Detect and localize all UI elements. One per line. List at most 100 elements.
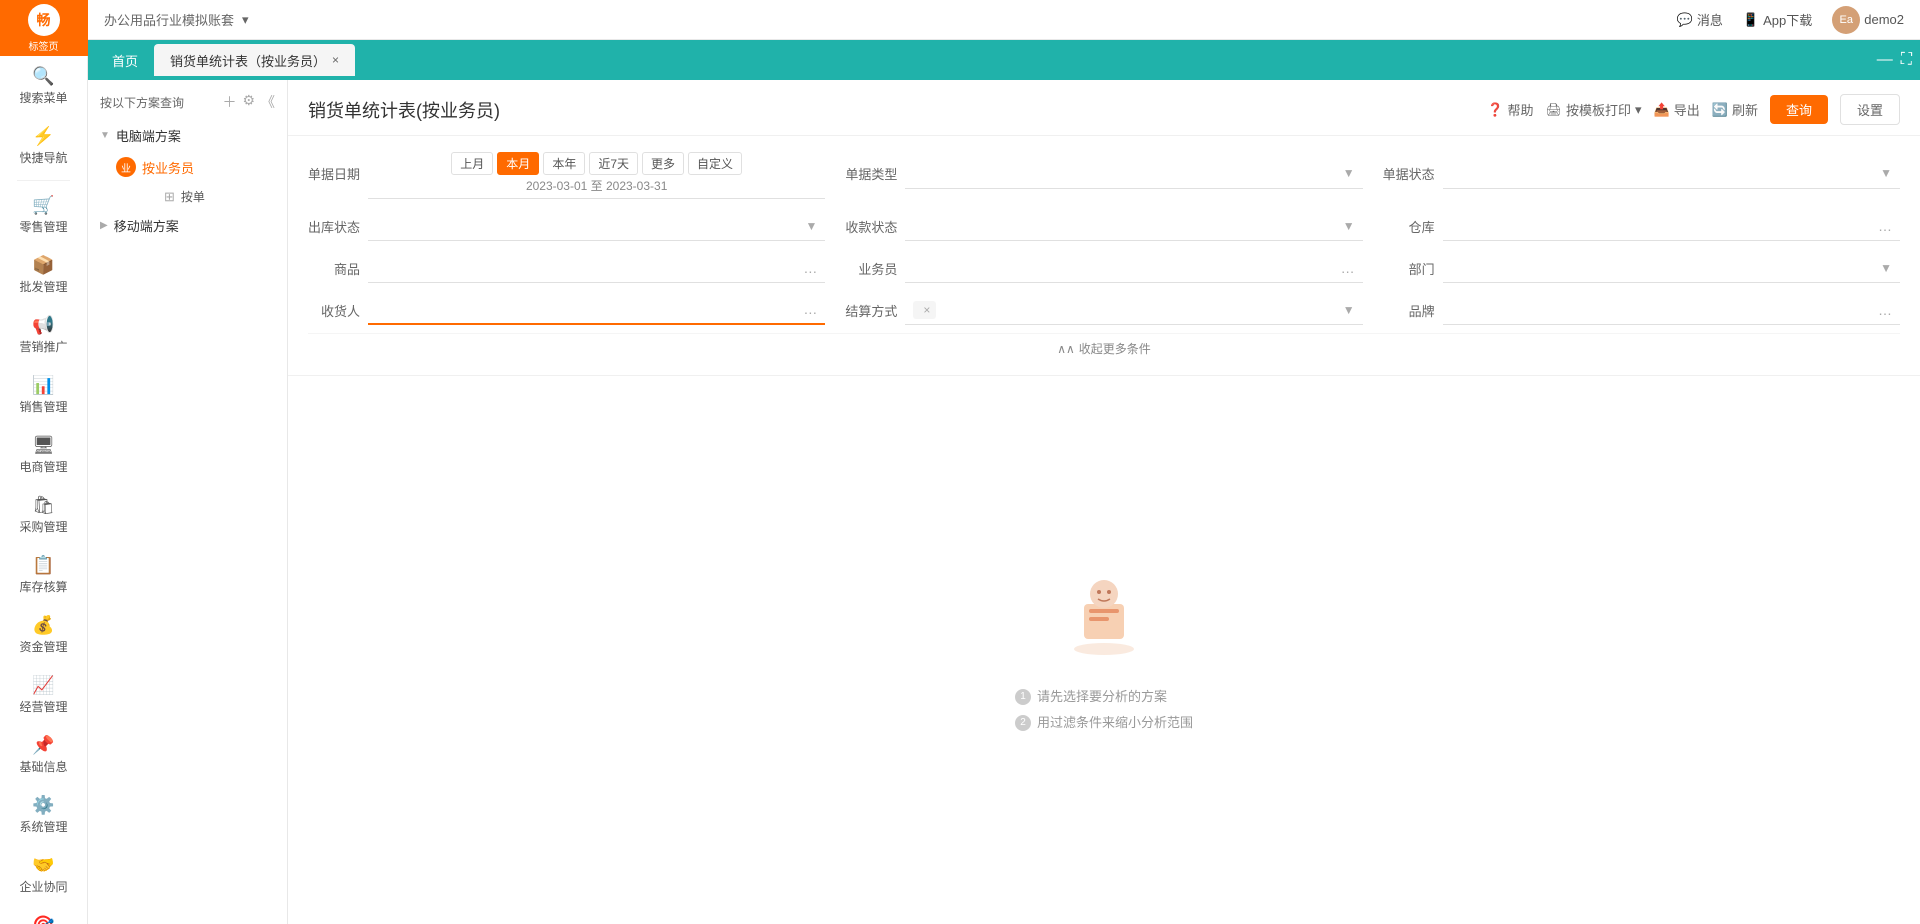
- sidebar-item-sales[interactable]: 📊 销售管理: [0, 365, 87, 425]
- sidebar-item-basic[interactable]: 📌 基础信息: [0, 725, 87, 785]
- sidebar-item-search[interactable]: 🔍 搜索菜单: [0, 56, 87, 116]
- filter-doc-type: 单据类型 ▼: [845, 148, 1362, 199]
- retail-icon: 🛒: [32, 195, 54, 216]
- add-scheme-icon[interactable]: ＋: [222, 92, 236, 112]
- out-status-content[interactable]: ▼: [368, 211, 825, 241]
- sidebar-item-system[interactable]: ⚙️ 系统管理: [0, 785, 87, 845]
- goods-dots[interactable]: …: [803, 260, 817, 276]
- date-btn-more[interactable]: 更多: [642, 152, 684, 175]
- help-label: 帮助: [1507, 100, 1533, 119]
- tree-desktop[interactable]: ▼ 电脑端方案: [88, 120, 287, 151]
- inventory-icon: 📋: [32, 555, 54, 576]
- date-btn-custom[interactable]: 自定义: [688, 152, 742, 175]
- date-btn-this-month[interactable]: 本月: [497, 152, 539, 175]
- top-header: 办公用品行业模拟账套 ▾ 💬 消息 📱 App下载 Ea demo2: [88, 0, 1920, 40]
- avatar-initials: Ea: [1840, 14, 1853, 26]
- tree-item-salesman[interactable]: 业 按业务员: [116, 151, 287, 183]
- doc-status-arrow: ▼: [1880, 166, 1892, 180]
- dept-label: 部门: [1383, 259, 1443, 278]
- filter-doc-status: 单据状态 ▼: [1383, 148, 1900, 199]
- header-dropdown-icon[interactable]: ▾: [242, 12, 249, 28]
- sidebar-item-retail[interactable]: 🛒 零售管理: [0, 185, 87, 245]
- date-content: 上月 本月 本年 近7天 更多 自定义 2023-03-01 至 2023-03…: [368, 148, 825, 199]
- consignee-dots[interactable]: …: [803, 301, 817, 317]
- main-content: 办公用品行业模拟账套 ▾ 💬 消息 📱 App下载 Ea demo2 首页: [88, 0, 1920, 924]
- print-button[interactable]: 🖨 按模板打印 ▾: [1546, 100, 1642, 119]
- warehouse-dots[interactable]: …: [1878, 218, 1892, 234]
- tab-maximize-button[interactable]: ⛶: [1901, 51, 1912, 69]
- date-btn-last-month[interactable]: 上月: [451, 152, 493, 175]
- help-button[interactable]: ❓ 帮助: [1487, 100, 1533, 119]
- filter-salesman: 业务员 …: [845, 253, 1362, 283]
- sidebar-item-marketing-label: 营销推广: [19, 338, 67, 355]
- tab-bar: 首页 销货单统计表（按业务员） × — ⛶: [88, 40, 1920, 80]
- sidebar-item-corp[interactable]: 🤝 企业协同: [0, 845, 87, 905]
- tree-desktop-children: 业 按业务员 ⊞ 按单: [88, 151, 287, 210]
- dept-content[interactable]: ▼: [1443, 253, 1900, 283]
- empty-illustration: [1054, 564, 1154, 664]
- tree-item-order[interactable]: ⊞ 按单: [116, 183, 287, 210]
- sidebar-item-operation[interactable]: 📈 经营管理: [0, 665, 87, 725]
- tab-minimize-button[interactable]: —: [1877, 51, 1893, 69]
- pay-status-content[interactable]: ▼: [905, 211, 1362, 241]
- user-profile[interactable]: Ea demo2: [1832, 6, 1904, 34]
- collapse-panel-icon[interactable]: 《: [261, 92, 275, 112]
- settlement-arrow[interactable]: ▼: [1343, 303, 1355, 317]
- sidebar-item-operation-label: 经营管理: [19, 698, 67, 715]
- tab-close-button[interactable]: ×: [332, 53, 339, 67]
- print-dropdown-icon[interactable]: ▾: [1635, 102, 1642, 118]
- brand-content[interactable]: …: [1443, 295, 1900, 325]
- pay-status-label: 收款状态: [845, 217, 905, 236]
- doc-type-arrow: ▼: [1343, 166, 1355, 180]
- settlement-tag-close[interactable]: ×: [923, 303, 930, 317]
- sidebar-item-purchase[interactable]: 🛍 采购管理: [0, 485, 87, 545]
- empty-state: 1 请先选择要分析的方案 2 用过滤条件来缩小分析范围: [288, 376, 1920, 924]
- tab-report[interactable]: 销货单统计表（按业务员） ×: [154, 44, 355, 76]
- refresh-button[interactable]: 🔄 刷新: [1712, 100, 1758, 119]
- date-btn-7days[interactable]: 近7天: [589, 152, 638, 175]
- avatar: Ea: [1832, 6, 1860, 34]
- filter-goods: 商品 …: [308, 253, 825, 283]
- ecommerce-icon: 🖥: [32, 435, 55, 456]
- doc-type-content[interactable]: ▼: [905, 159, 1362, 189]
- export-button[interactable]: 📤 导出: [1654, 100, 1700, 119]
- content-area: 按以下方案查询 ＋ ⚙ 《 ▼ 电脑端方案 业 按业务员 ⊞ 按单: [88, 80, 1920, 924]
- goods-content[interactable]: …: [368, 253, 825, 283]
- message-button[interactable]: 💬 消息: [1677, 10, 1723, 29]
- sidebar-nav: 🔍 搜索菜单 ⚡ 快捷导航 🛒 零售管理 📦 批发管理 📢 营销推广 📊 销售管…: [0, 56, 87, 924]
- sidebar-item-search-label: 搜索菜单: [19, 89, 67, 106]
- sidebar-item-quick[interactable]: ⚡ 快捷导航: [0, 116, 87, 176]
- tab-home-label: 首页: [112, 51, 138, 70]
- settings-button[interactable]: 设置: [1840, 94, 1900, 125]
- right-panel: 销货单统计表(按业务员) ❓ 帮助 🖨 按模板打印 ▾ 📤 导出: [288, 80, 1920, 924]
- header-left: 办公用品行业模拟账套 ▾: [104, 10, 249, 29]
- sidebar-item-finance[interactable]: 💰 资金管理: [0, 605, 87, 665]
- sidebar-item-marketing[interactable]: 📢 营销推广: [0, 305, 87, 365]
- sidebar-item-inventory[interactable]: 📋 库存核算: [0, 545, 87, 605]
- sidebar-item-ecommerce[interactable]: 🖥 电商管理: [0, 425, 87, 485]
- collapse-button[interactable]: ∧∧ 收起更多条件: [308, 333, 1900, 363]
- refresh-label: 刷新: [1732, 100, 1758, 119]
- query-button[interactable]: 查询: [1770, 95, 1828, 124]
- date-label: 单据日期: [308, 164, 368, 183]
- refresh-icon: 🔄: [1712, 102, 1728, 118]
- sidebar-item-wholesale[interactable]: 📦 批发管理: [0, 245, 87, 305]
- date-btn-this-year[interactable]: 本年: [543, 152, 585, 175]
- doc-status-label: 单据状态: [1383, 164, 1443, 183]
- filter-area: 单据日期 上月 本月 本年 近7天 更多 自定义 2023-03-01 至 20…: [288, 136, 1920, 376]
- warehouse-content[interactable]: …: [1443, 211, 1900, 241]
- brand-dots[interactable]: …: [1878, 302, 1892, 318]
- salesman-dots[interactable]: …: [1341, 260, 1355, 276]
- edit-scheme-icon[interactable]: ⚙: [242, 92, 255, 112]
- left-panel: 按以下方案查询 ＋ ⚙ 《 ▼ 电脑端方案 业 按业务员 ⊞ 按单: [88, 80, 288, 924]
- tree-mobile[interactable]: ▶ 移动端方案: [88, 210, 287, 241]
- goods-label: 商品: [308, 259, 368, 278]
- order-label: 按单: [181, 188, 205, 205]
- salesman-content[interactable]: …: [905, 253, 1362, 283]
- app-download-button[interactable]: 📱 App下载: [1743, 10, 1812, 29]
- tab-home[interactable]: 首页: [96, 44, 154, 76]
- sidebar-item-guide[interactable]: 🎯 新手引导: [0, 905, 87, 924]
- consignee-content[interactable]: …: [368, 295, 825, 325]
- doc-status-content[interactable]: ▼: [1443, 159, 1900, 189]
- search-icon: 🔍: [32, 66, 54, 87]
